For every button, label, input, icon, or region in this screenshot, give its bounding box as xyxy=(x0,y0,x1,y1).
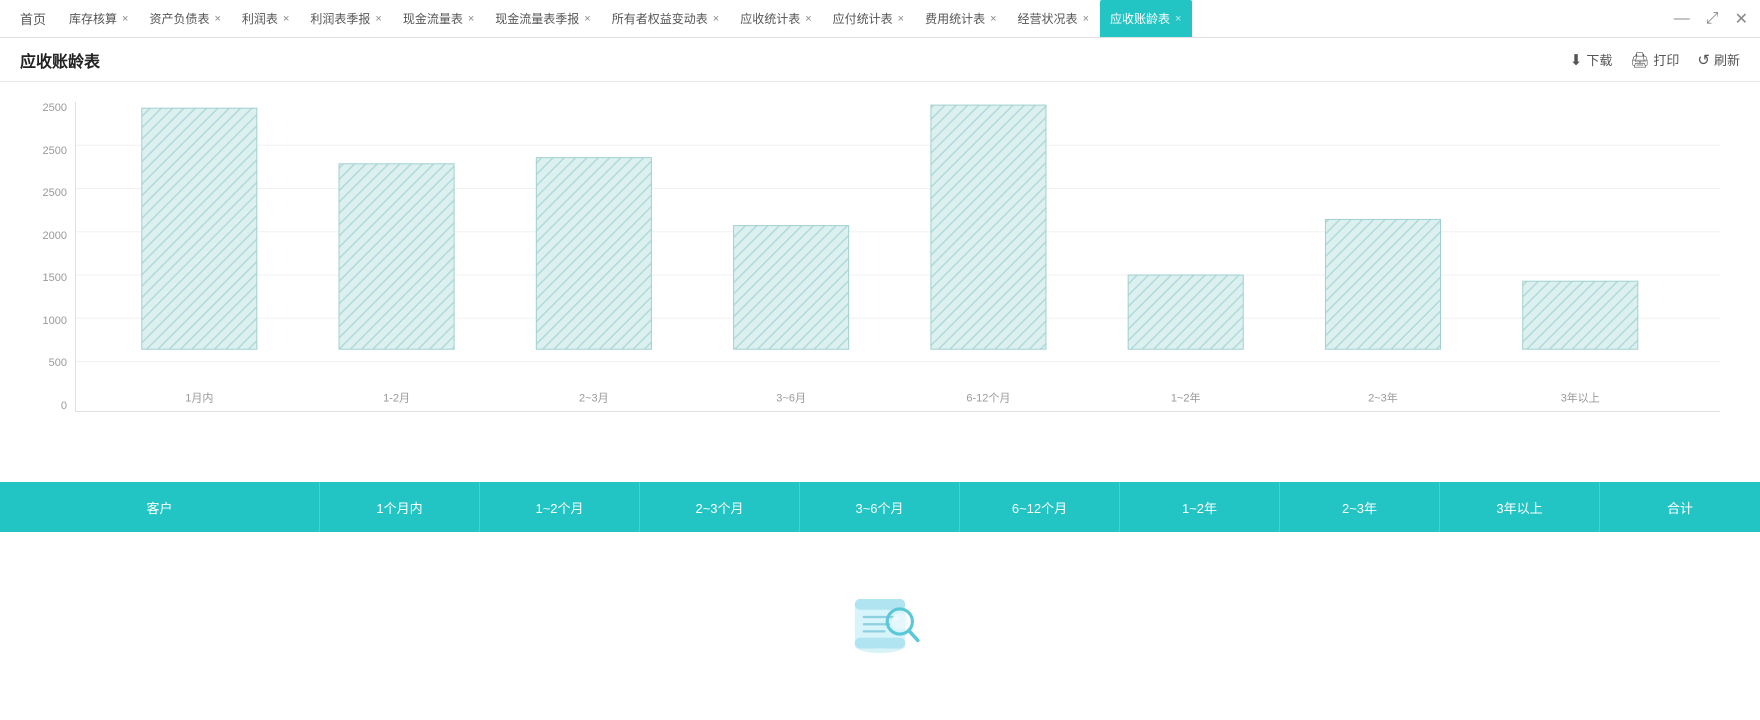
bar-3-6月 xyxy=(734,226,849,350)
tab-close-operations[interactable]: × xyxy=(1083,13,1089,25)
table-header: 客户 1个月内 1~2个月 2~3个月 3~6个月 6~12个月 1~2年 2~… xyxy=(0,482,1760,532)
tab-ar-aging[interactable]: 应收账龄表 × xyxy=(1100,0,1192,38)
tab-inventory[interactable]: 库存核算 × xyxy=(59,0,139,38)
col-header-3plus-year: 3年以上 xyxy=(1440,482,1600,532)
download-button[interactable]: ⬇ 下载 xyxy=(1570,50,1613,69)
tab-close-ar-aging[interactable]: × xyxy=(1175,13,1181,25)
svg-text:1-2月: 1-2月 xyxy=(383,393,410,405)
col-header-customer: 客户 xyxy=(0,482,320,532)
page-title: 应收账龄表 xyxy=(20,48,100,72)
bar-1月内 xyxy=(142,108,257,349)
tab-cashflow-quarterly[interactable]: 现金流量表季报 × xyxy=(485,0,601,38)
empty-state-icon xyxy=(835,572,925,662)
tab-close-balance[interactable]: × xyxy=(214,13,220,25)
col-header-6-12month: 6~12个月 xyxy=(960,482,1120,532)
chart-section: 0 500 1000 1500 2000 2500 2500 2500 xyxy=(0,82,1760,482)
svg-text:2~3月: 2~3月 xyxy=(579,393,609,405)
col-header-2-3year: 2~3年 xyxy=(1280,482,1440,532)
y-label-0: 0 xyxy=(61,400,67,412)
tab-close-profit[interactable]: × xyxy=(283,13,289,25)
bar-1-2年 xyxy=(1128,275,1243,349)
col-header-2-3month: 2~3个月 xyxy=(640,482,800,532)
svg-text:3年以上: 3年以上 xyxy=(1561,391,1600,405)
tab-close-cashflow-quarterly[interactable]: × xyxy=(584,13,590,25)
y-label-500: 500 xyxy=(49,357,67,369)
download-icon: ⬇ xyxy=(1570,51,1583,69)
refresh-button[interactable]: ↺ 刷新 xyxy=(1697,50,1740,69)
chart-svg: 1月内 1-2月 2~3月 3~6月 6-12个月 1~2年 xyxy=(76,102,1720,411)
bar-2-3年 xyxy=(1325,219,1440,349)
tab-close-profit-quarterly[interactable]: × xyxy=(375,13,381,25)
tab-home[interactable]: 首页 xyxy=(8,0,59,38)
window-close-button[interactable]: ✕ xyxy=(1731,7,1752,31)
refresh-icon: ↺ xyxy=(1697,51,1710,69)
page-header: 应收账龄表 ⬇ 下载 🖨 打印 ↺ 刷新 xyxy=(0,38,1760,82)
bar-2-3月 xyxy=(536,158,651,350)
chart-y-axis: 0 500 1000 1500 2000 2500 2500 2500 xyxy=(30,102,75,412)
y-label-2500c: 2500 xyxy=(43,102,67,114)
svg-text:1~2年: 1~2年 xyxy=(1171,391,1201,405)
col-header-1month: 1个月内 xyxy=(320,482,480,532)
svg-text:6-12个月: 6-12个月 xyxy=(966,392,1010,405)
bar-6-12月 xyxy=(931,105,1046,349)
tab-close-cashflow[interactable]: × xyxy=(468,13,474,25)
col-header-1-2year: 1~2年 xyxy=(1120,482,1280,532)
tab-close-ar-stats[interactable]: × xyxy=(805,13,811,25)
tab-close-expense-stats[interactable]: × xyxy=(990,13,996,25)
tab-bar: 首页 库存核算 × 资产负债表 × 利润表 × 利润表季报 × 现金流量表 × … xyxy=(0,0,1760,38)
print-icon: 🖨 xyxy=(1630,51,1649,69)
tab-ar-stats[interactable]: 应收统计表 × xyxy=(730,0,822,38)
y-label-1000: 1000 xyxy=(43,315,67,327)
svg-text:3~6月: 3~6月 xyxy=(776,393,806,405)
tab-profit-quarterly[interactable]: 利润表季报 × xyxy=(300,0,392,38)
tab-close-inventory[interactable]: × xyxy=(122,13,128,25)
svg-text:1月内: 1月内 xyxy=(185,391,213,405)
svg-text:2~3年: 2~3年 xyxy=(1368,391,1398,405)
tab-ap-stats[interactable]: 应付统计表 × xyxy=(823,0,915,38)
tab-bar-actions: — ⤢ ✕ xyxy=(1670,7,1752,31)
y-label-2500b: 2500 xyxy=(43,145,67,157)
bar-1-2月 xyxy=(339,164,454,349)
col-header-3-6month: 3~6个月 xyxy=(800,482,960,532)
y-label-2500a: 2500 xyxy=(43,187,67,199)
window-maximize-button[interactable]: ⤢ xyxy=(1702,8,1723,30)
header-actions: ⬇ 下载 🖨 打印 ↺ 刷新 xyxy=(1570,50,1740,69)
col-header-1-2month: 1~2个月 xyxy=(480,482,640,532)
tab-expense-stats[interactable]: 费用统计表 × xyxy=(915,0,1007,38)
tab-profit[interactable]: 利润表 × xyxy=(232,0,300,38)
col-header-total: 合计 xyxy=(1600,482,1760,532)
bar-3年以上 xyxy=(1523,281,1638,349)
tab-equity[interactable]: 所有者权益变动表 × xyxy=(602,0,730,38)
chart-container: 0 500 1000 1500 2000 2500 2500 2500 xyxy=(30,102,1720,442)
tab-cashflow[interactable]: 现金流量表 × xyxy=(393,0,485,38)
tab-close-equity[interactable]: × xyxy=(713,13,719,25)
empty-state xyxy=(0,532,1760,702)
tab-close-ap-stats[interactable]: × xyxy=(898,13,904,25)
y-label-1500: 1500 xyxy=(43,272,67,284)
y-label-2000: 2000 xyxy=(43,230,67,242)
chart-plot-area: 1月内 1-2月 2~3月 3~6月 6-12个月 1~2年 xyxy=(75,102,1720,412)
window-minimize-button[interactable]: — xyxy=(1670,8,1694,30)
tab-operations[interactable]: 经营状况表 × xyxy=(1008,0,1100,38)
print-button[interactable]: 🖨 打印 xyxy=(1630,50,1679,69)
main-content: 0 500 1000 1500 2000 2500 2500 2500 xyxy=(0,82,1760,720)
tab-balance[interactable]: 资产负债表 × xyxy=(139,0,231,38)
